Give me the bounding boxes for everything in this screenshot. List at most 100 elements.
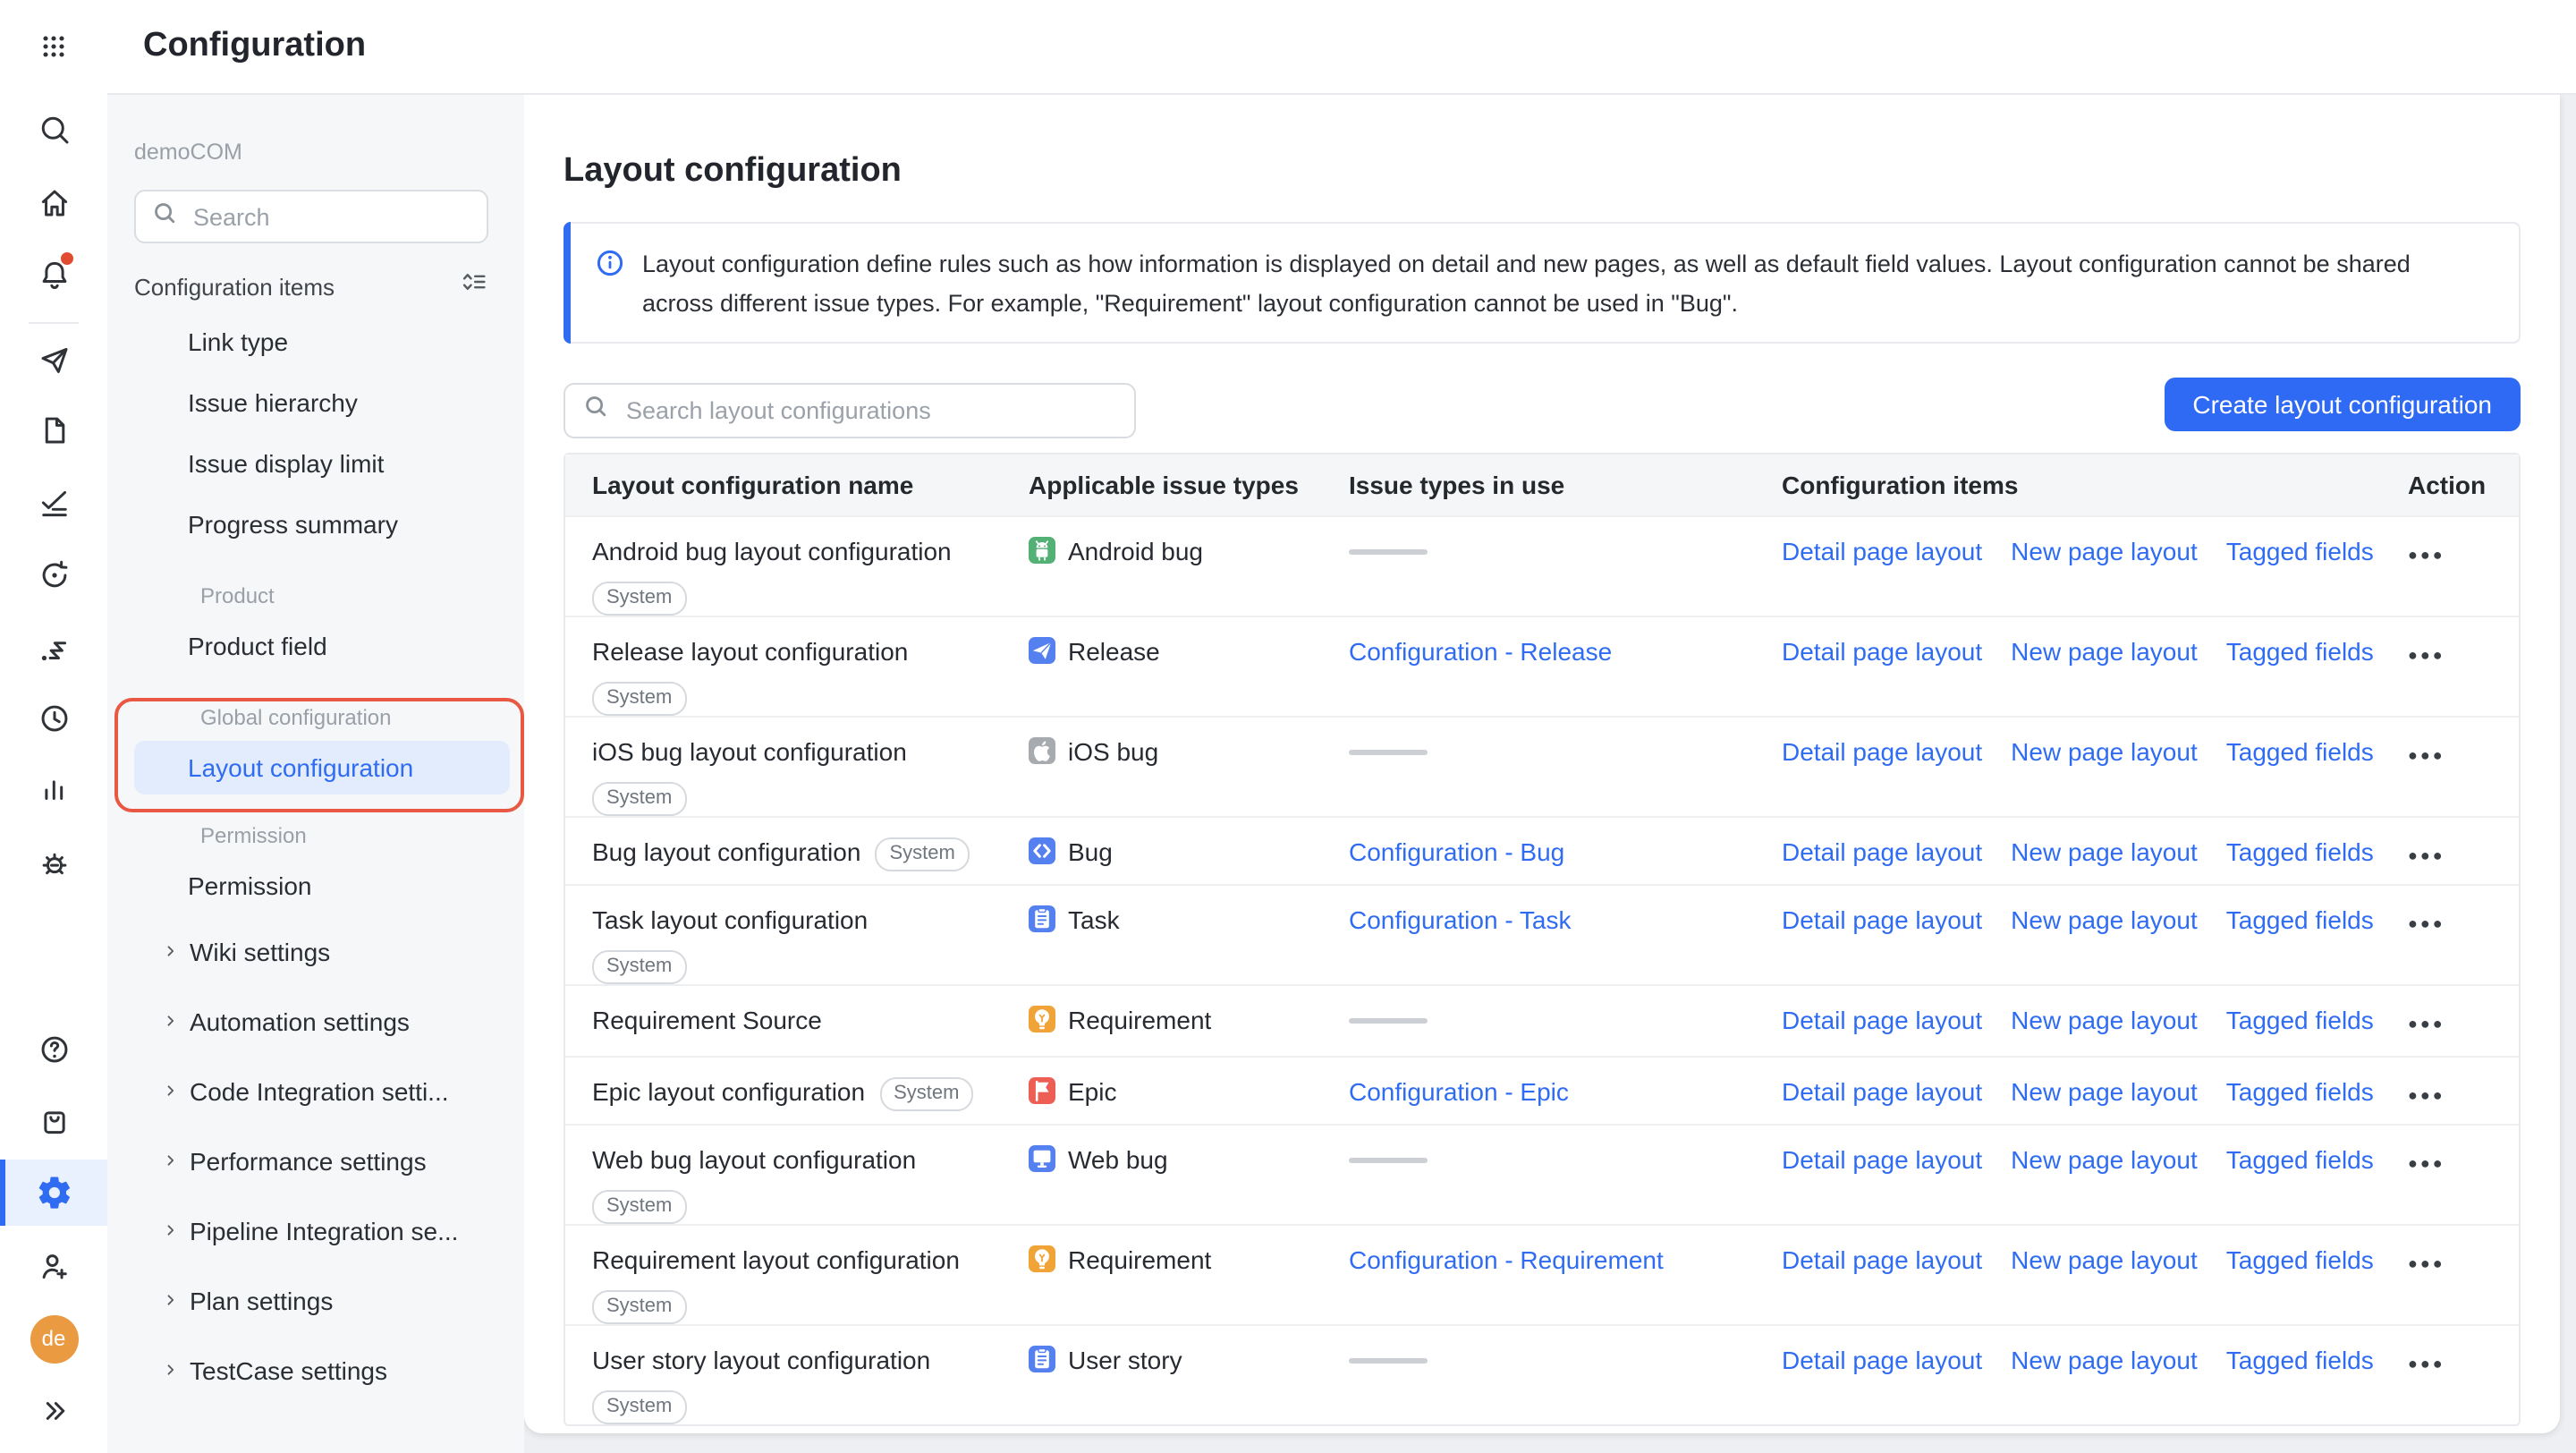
detail-page-layout-link[interactable]: Detail page layout bbox=[1782, 902, 1982, 984]
detail-page-layout-link[interactable]: Detail page layout bbox=[1782, 533, 1982, 616]
new-page-layout-link[interactable]: New page layout bbox=[2011, 1242, 2198, 1324]
help-icon[interactable] bbox=[18, 1016, 89, 1081]
tagged-fields-link[interactable]: Tagged fields bbox=[2226, 834, 2374, 884]
sidebar-item-layout-configuration[interactable]: Layout configuration bbox=[134, 741, 510, 794]
sidebar-item-label: Code Integration setti... bbox=[190, 1076, 449, 1105]
new-page-layout-link[interactable]: New page layout bbox=[2011, 533, 2198, 616]
hours-icon[interactable] bbox=[18, 685, 89, 750]
empty-dash bbox=[1349, 750, 1428, 755]
apps-grid-icon[interactable] bbox=[18, 14, 89, 79]
more-actions-button[interactable]: ●●● bbox=[2408, 1247, 2445, 1279]
sidebar-search[interactable] bbox=[134, 190, 488, 243]
tagged-fields-link[interactable]: Tagged fields bbox=[2226, 902, 2374, 984]
detail-page-layout-link[interactable]: Detail page layout bbox=[1782, 1342, 1982, 1424]
sidebar-item-link-type[interactable]: Link type bbox=[134, 311, 488, 372]
sidebar-item-performance-settings[interactable]: Performance settings bbox=[134, 1126, 488, 1195]
detail-page-layout-link[interactable]: Detail page layout bbox=[1782, 1074, 1982, 1124]
collapse-list-icon[interactable] bbox=[458, 267, 488, 306]
more-actions-button[interactable]: ●●● bbox=[2408, 1147, 2445, 1179]
expand-rail-icon[interactable] bbox=[18, 1378, 89, 1442]
tagged-fields-link[interactable]: Tagged fields bbox=[2226, 1142, 2374, 1224]
issue-type-in-use-link[interactable]: Configuration - Bug bbox=[1349, 837, 1564, 866]
settings-icon[interactable] bbox=[18, 1160, 89, 1224]
layout-config-search[interactable] bbox=[564, 383, 1136, 438]
issue-type-in-use-link[interactable]: Configuration - Epic bbox=[1349, 1077, 1569, 1106]
new-page-layout-link[interactable]: New page layout bbox=[2011, 1002, 2198, 1056]
sidebar-search-input[interactable] bbox=[190, 201, 470, 232]
epic-icon bbox=[1029, 1077, 1055, 1104]
notifications-icon[interactable] bbox=[18, 242, 89, 306]
detail-page-layout-link[interactable]: Detail page layout bbox=[1782, 1002, 1982, 1056]
user-avatar[interactable]: de bbox=[18, 1306, 89, 1371]
create-layout-configuration-button[interactable]: Create layout configuration bbox=[2164, 378, 2521, 431]
issue-type-in-use-link[interactable]: Configuration - Task bbox=[1349, 905, 1572, 934]
new-page-layout-link[interactable]: New page layout bbox=[2011, 1342, 2198, 1424]
tagged-fields-link[interactable]: Tagged fields bbox=[2226, 633, 2374, 716]
new-page-layout-link[interactable]: New page layout bbox=[2011, 633, 2198, 716]
search-icon[interactable] bbox=[18, 97, 89, 161]
more-actions-button[interactable]: ●●● bbox=[2408, 1347, 2445, 1380]
pipeline-icon[interactable] bbox=[18, 616, 89, 680]
detail-page-layout-link[interactable]: Detail page layout bbox=[1782, 734, 1982, 816]
detail-page-layout-link[interactable]: Detail page layout bbox=[1782, 1242, 1982, 1324]
sidebar-item-permission[interactable]: Permission bbox=[134, 855, 488, 916]
more-actions-button[interactable]: ●●● bbox=[2408, 907, 2445, 939]
table-toolbar: Create layout configuration bbox=[564, 378, 2521, 438]
table-row: Web bug layout configuration System Web bu… bbox=[565, 1124, 2519, 1224]
sidebar-item-product-field[interactable]: Product field bbox=[134, 616, 488, 676]
sidebar-item-issue-hierarchy[interactable]: Issue hierarchy bbox=[134, 372, 488, 433]
sidebar-item-issue-display-limit[interactable]: Issue display limit bbox=[134, 433, 488, 494]
more-actions-button[interactable]: ●●● bbox=[2408, 739, 2445, 771]
issue-type-in-use-link[interactable]: Configuration - Release bbox=[1349, 637, 1612, 666]
new-page-layout-link[interactable]: New page layout bbox=[2011, 1142, 2198, 1224]
tagged-fields-link[interactable]: Tagged fields bbox=[2226, 533, 2374, 616]
table-row: Epic layout configuration System Epic Confi… bbox=[565, 1056, 2519, 1124]
sprint-icon[interactable] bbox=[18, 542, 89, 607]
issue-type-in-use-link[interactable]: Configuration - Requirement bbox=[1349, 1245, 1664, 1274]
column-header-name: Layout configuration name bbox=[592, 471, 914, 499]
more-actions-button[interactable]: ●●● bbox=[2408, 639, 2445, 671]
tagged-fields-link[interactable]: Tagged fields bbox=[2226, 734, 2374, 816]
system-badge: System bbox=[592, 1390, 687, 1424]
section-title: Layout configuration bbox=[564, 152, 902, 190]
config-name: User story layout configuration bbox=[592, 1346, 931, 1374]
workspace-name: demoCOM bbox=[134, 140, 242, 165]
new-page-layout-link[interactable]: New page layout bbox=[2011, 834, 2198, 884]
sidebar-item-progress-summary[interactable]: Progress summary bbox=[134, 494, 488, 555]
app-store-icon[interactable] bbox=[18, 1088, 89, 1152]
tagged-fields-link[interactable]: Tagged fields bbox=[2226, 1242, 2374, 1324]
content-card: Layout configuration Layout configuratio… bbox=[524, 93, 2560, 1433]
info-banner-text: Layout configuration define rules such a… bbox=[642, 251, 2411, 317]
more-actions-button[interactable]: ●●● bbox=[2408, 539, 2445, 571]
invite-member-icon[interactable] bbox=[18, 1233, 89, 1297]
sidebar-section-product: Product bbox=[200, 583, 275, 608]
layout-config-search-input[interactable] bbox=[623, 395, 1116, 426]
android-icon bbox=[1029, 537, 1055, 564]
detail-page-layout-link[interactable]: Detail page layout bbox=[1782, 633, 1982, 716]
release-icon bbox=[1029, 637, 1055, 664]
sidebar-item-code-integration-setti[interactable]: Code Integration setti... bbox=[134, 1056, 488, 1126]
approvals-icon[interactable] bbox=[18, 471, 89, 535]
sidebar-item-plan-settings[interactable]: Plan settings bbox=[134, 1265, 488, 1335]
devops-icon[interactable] bbox=[18, 830, 89, 895]
pages-icon[interactable] bbox=[18, 397, 89, 462]
reports-icon[interactable] bbox=[18, 757, 89, 821]
tagged-fields-link[interactable]: Tagged fields bbox=[2226, 1002, 2374, 1056]
new-page-layout-link[interactable]: New page layout bbox=[2011, 902, 2198, 984]
detail-page-layout-link[interactable]: Detail page layout bbox=[1782, 834, 1982, 884]
home-icon[interactable] bbox=[18, 170, 89, 234]
sidebar-item-automation-settings[interactable]: Automation settings bbox=[134, 986, 488, 1056]
tagged-fields-link[interactable]: Tagged fields bbox=[2226, 1342, 2374, 1424]
new-page-layout-link[interactable]: New page layout bbox=[2011, 1074, 2198, 1124]
more-actions-button[interactable]: ●●● bbox=[2408, 1007, 2445, 1040]
sidebar-item-testcase-settings[interactable]: TestCase settings bbox=[134, 1335, 488, 1405]
more-actions-button[interactable]: ●●● bbox=[2408, 1079, 2445, 1111]
notification-dot bbox=[59, 251, 75, 267]
projects-icon[interactable] bbox=[18, 327, 89, 392]
more-actions-button[interactable]: ●●● bbox=[2408, 839, 2445, 871]
detail-page-layout-link[interactable]: Detail page layout bbox=[1782, 1142, 1982, 1224]
tagged-fields-link[interactable]: Tagged fields bbox=[2226, 1074, 2374, 1124]
new-page-layout-link[interactable]: New page layout bbox=[2011, 734, 2198, 816]
sidebar-item-wiki-settings[interactable]: Wiki settings bbox=[134, 916, 488, 986]
sidebar-item-pipeline-integration-se[interactable]: Pipeline Integration se... bbox=[134, 1195, 488, 1265]
